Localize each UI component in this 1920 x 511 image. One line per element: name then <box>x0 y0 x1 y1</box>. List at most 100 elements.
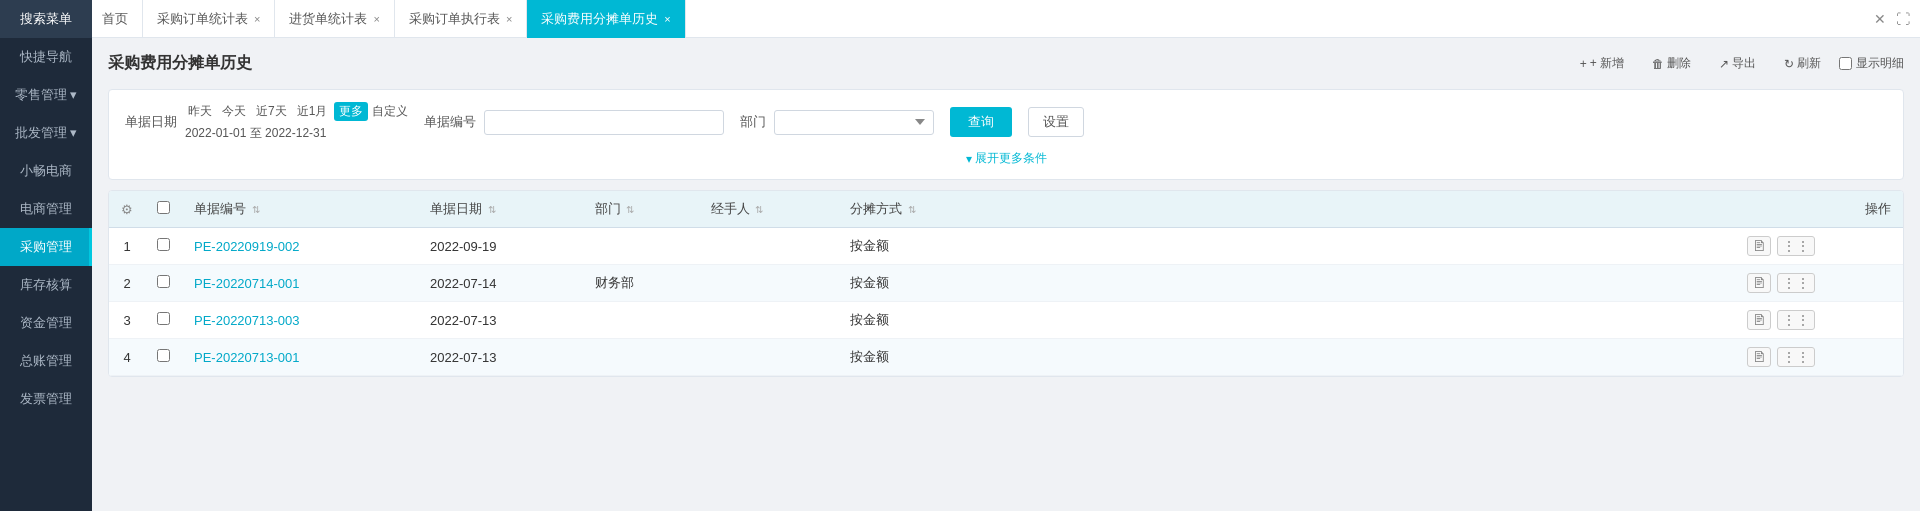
row-action: 🖹 ⋮⋮ <box>1735 339 1903 376</box>
sidebar-item-ecommerce[interactable]: 电商管理 <box>0 190 92 228</box>
sidebar: 搜索菜单 快捷导航 零售管理 ▾ 批发管理 ▾ 小畅电商 电商管理 采购管理 库… <box>0 0 92 511</box>
tab-inbound-summary[interactable]: 进货单统计表 × <box>275 0 394 38</box>
col-doc-no[interactable]: 单据编号 ⇅ <box>182 191 418 228</box>
col-dept[interactable]: 部门 ⇅ <box>583 191 699 228</box>
col-split-method[interactable]: 分摊方式 ⇅ <box>838 191 1735 228</box>
action-icons: 🖹 ⋮⋮ <box>1747 310 1891 330</box>
table-header-row: ⚙ 单据编号 ⇅ 单据日期 ⇅ <box>109 191 1903 228</box>
tab-close-icon[interactable]: × <box>664 13 670 25</box>
dept-select[interactable] <box>774 110 934 135</box>
expand-button[interactable]: ▾ 展开更多条件 <box>966 150 1047 167</box>
date-more[interactable]: 更多 <box>334 102 368 121</box>
row-doc-no: PE-20220714-001 <box>182 265 418 302</box>
more-icon[interactable]: ⋮⋮ <box>1777 310 1815 330</box>
query-button[interactable]: 查询 <box>950 107 1012 137</box>
tab-close-icon[interactable]: × <box>254 13 260 25</box>
doc-no-label: 单据编号 <box>424 113 476 131</box>
more-icon[interactable]: ⋮⋮ <box>1777 347 1815 367</box>
col-settings[interactable]: ⚙ <box>109 191 145 228</box>
tab-purchase-fee-history[interactable]: 采购费用分摊单历史 × <box>527 0 685 38</box>
export-icon: ↗ <box>1719 57 1729 71</box>
row-checkbox-cell[interactable] <box>145 302 182 339</box>
sidebar-item-inventory[interactable]: 库存核算 <box>0 266 92 304</box>
row-checkbox[interactable] <box>157 238 170 251</box>
select-all-checkbox[interactable] <box>157 201 170 214</box>
sidebar-item-label: 零售管理 <box>15 87 67 102</box>
date-field: 单据日期 昨天 今天 近7天 近1月 更多 自定义 2022-01-01 至 2… <box>125 102 408 142</box>
maximize-window-icon[interactable]: ⛶ <box>1896 11 1910 27</box>
date-yesterday[interactable]: 昨天 <box>185 102 215 121</box>
row-checkbox[interactable] <box>157 312 170 325</box>
view-icon[interactable]: 🖹 <box>1747 310 1771 330</box>
tab-purchase-summary[interactable]: 采购订单统计表 × <box>143 0 275 38</box>
table-container: ⚙ 单据编号 ⇅ 单据日期 ⇅ <box>108 190 1904 377</box>
doc-no-input[interactable] <box>484 110 724 135</box>
sort-icon: ⇅ <box>252 204 260 215</box>
sidebar-item-invoice[interactable]: 发票管理 <box>0 380 92 418</box>
show-cols-label: 显示明细 <box>1856 55 1904 72</box>
sidebar-item-search[interactable]: 搜索菜单 <box>0 0 92 38</box>
date-1month[interactable]: 近1月 <box>294 102 331 121</box>
page-header: 采购费用分摊单历史 + + 新增 🗑 删除 ↗ 导出 ↻ 刷新 <box>108 50 1904 77</box>
row-checkbox-cell[interactable] <box>145 265 182 302</box>
view-icon[interactable]: 🖹 <box>1747 347 1771 367</box>
tab-label: 采购订单执行表 <box>409 10 500 28</box>
row-checkbox-cell[interactable] <box>145 339 182 376</box>
sidebar-item-miniapp[interactable]: 小畅电商 <box>0 152 92 190</box>
doc-no-link[interactable]: PE-20220714-001 <box>194 276 300 291</box>
show-cols-checkbox[interactable] <box>1839 57 1852 70</box>
sidebar-item-label: 采购管理 <box>20 239 72 254</box>
sidebar-item-purchase[interactable]: 采购管理 <box>0 228 92 266</box>
export-button[interactable]: ↗ 导出 <box>1709 50 1766 77</box>
more-icon[interactable]: ⋮⋮ <box>1777 273 1815 293</box>
row-split-method: 按金额 <box>838 228 1735 265</box>
sidebar-item-wholesale[interactable]: 批发管理 ▾ <box>0 114 92 152</box>
row-checkbox-cell[interactable] <box>145 228 182 265</box>
date-7days[interactable]: 近7天 <box>253 102 290 121</box>
date-range: 2022-01-01 至 2022-12-31 <box>185 125 408 142</box>
action-icons: 🖹 ⋮⋮ <box>1747 347 1891 367</box>
tab-purchase-exec[interactable]: 采购订单执行表 × <box>395 0 527 38</box>
action-icons: 🖹 ⋮⋮ <box>1747 236 1891 256</box>
add-button[interactable]: + + 新增 <box>1570 50 1634 77</box>
sort-icon: ⇅ <box>626 204 634 215</box>
date-label: 单据日期 <box>125 113 177 131</box>
dept-label: 部门 <box>740 113 766 131</box>
row-doc-date: 2022-09-19 <box>418 228 583 265</box>
row-checkbox[interactable] <box>157 275 170 288</box>
row-handler <box>699 228 839 265</box>
date-today[interactable]: 今天 <box>219 102 249 121</box>
row-checkbox[interactable] <box>157 349 170 362</box>
doc-no-link[interactable]: PE-20220919-002 <box>194 239 300 254</box>
tab-home[interactable]: 首页 <box>102 0 143 38</box>
sidebar-item-ledger[interactable]: 总账管理 <box>0 342 92 380</box>
chevron-down-icon: ▾ <box>70 125 77 140</box>
tab-close-icon[interactable]: × <box>506 13 512 25</box>
sidebar-item-quicknav[interactable]: 快捷导航 <box>0 38 92 76</box>
sidebar-item-retail[interactable]: 零售管理 ▾ <box>0 76 92 114</box>
close-window-icon[interactable]: ✕ <box>1874 11 1886 27</box>
col-doc-date[interactable]: 单据日期 ⇅ <box>418 191 583 228</box>
col-handler[interactable]: 经手人 ⇅ <box>699 191 839 228</box>
show-cols-checkbox-label[interactable]: 显示明细 <box>1839 55 1904 72</box>
tab-close-icon[interactable]: × <box>373 13 379 25</box>
sidebar-item-finance[interactable]: 资金管理 <box>0 304 92 342</box>
view-icon[interactable]: 🖹 <box>1747 236 1771 256</box>
row-doc-date: 2022-07-13 <box>418 339 583 376</box>
table-row: 4 PE-20220713-001 2022-07-13 按金额 🖹 ⋮⋮ <box>109 339 1903 376</box>
more-icon[interactable]: ⋮⋮ <box>1777 236 1815 256</box>
col-doc-date-label: 单据日期 <box>430 201 482 216</box>
doc-no-link[interactable]: PE-20220713-001 <box>194 350 300 365</box>
col-checkbox[interactable] <box>145 191 182 228</box>
sidebar-item-label: 搜索菜单 <box>20 11 72 26</box>
doc-no-link[interactable]: PE-20220713-003 <box>194 313 300 328</box>
row-split-method: 按金额 <box>838 265 1735 302</box>
search-row: 单据日期 昨天 今天 近7天 近1月 更多 自定义 2022-01-01 至 2… <box>125 102 1887 142</box>
sidebar-item-label: 快捷导航 <box>20 49 72 64</box>
settings-button[interactable]: 设置 <box>1028 107 1084 137</box>
add-icon: + <box>1580 57 1587 71</box>
date-custom[interactable]: 自定义 <box>372 103 408 120</box>
delete-button[interactable]: 🗑 删除 <box>1642 50 1701 77</box>
view-icon[interactable]: 🖹 <box>1747 273 1771 293</box>
refresh-button[interactable]: ↻ 刷新 <box>1774 50 1831 77</box>
